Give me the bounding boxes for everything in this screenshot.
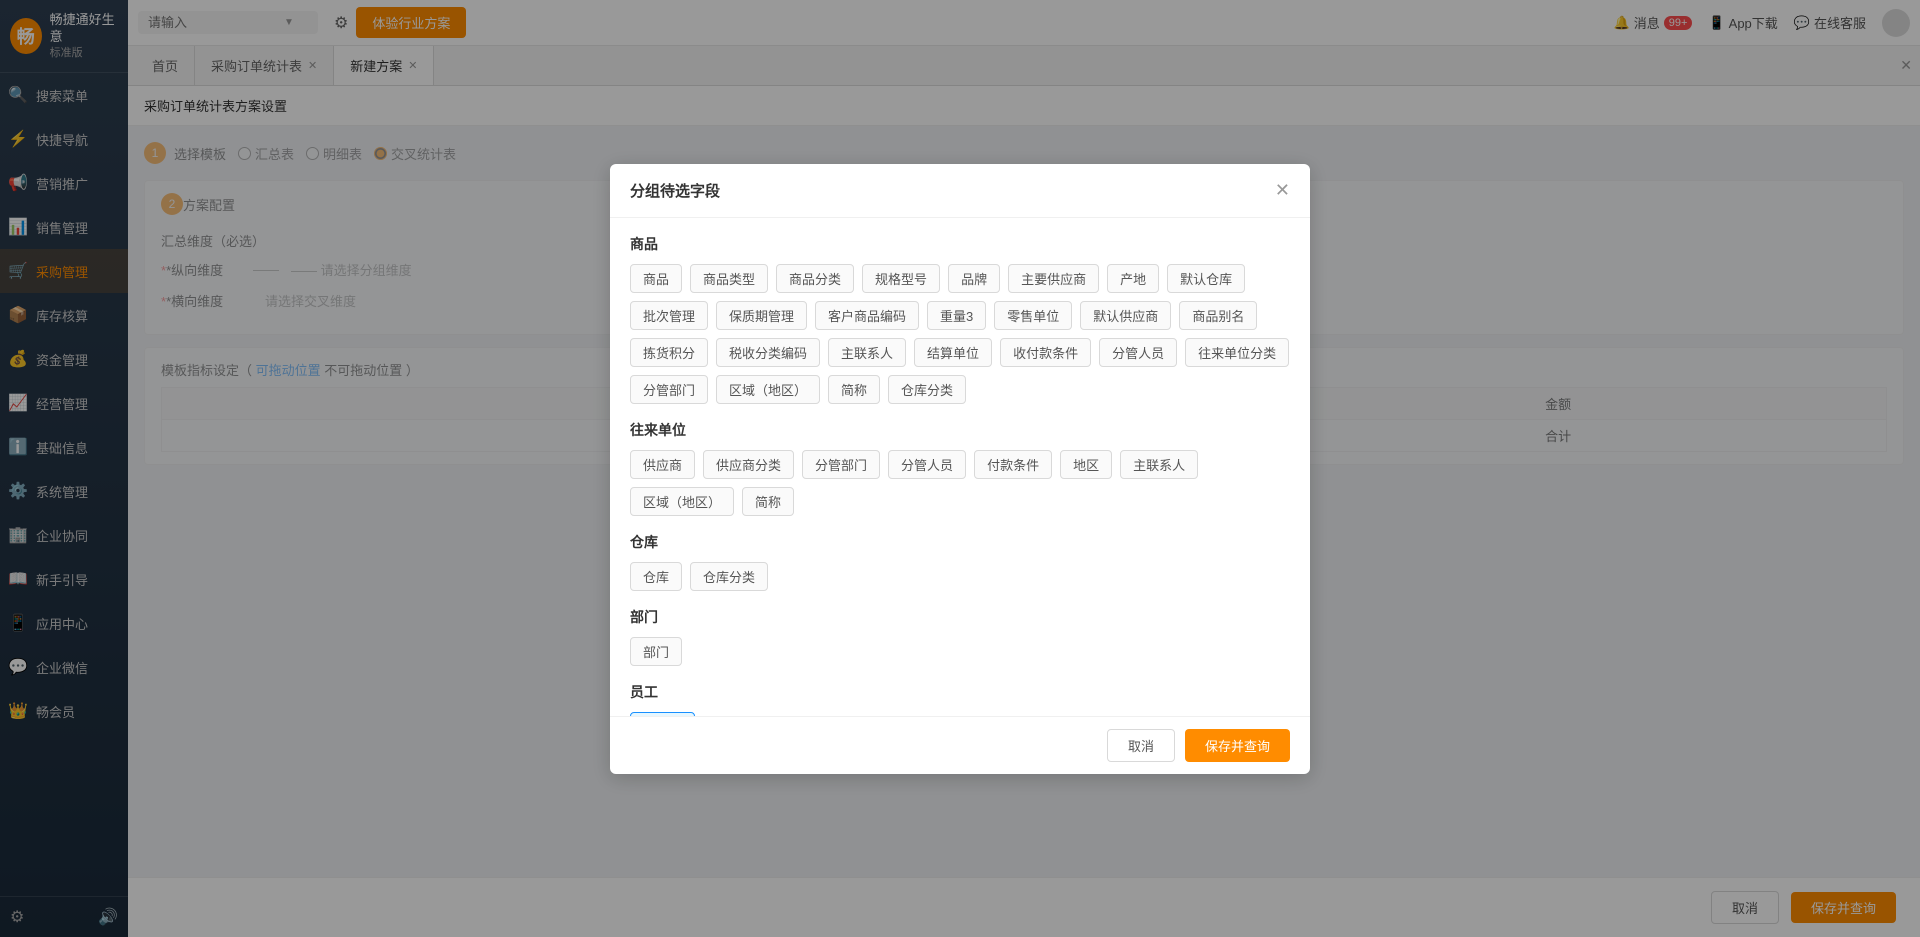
tag-item-product-17[interactable]: 主联系人 xyxy=(828,338,906,367)
dialog-body: 商品商品商品类型商品分类规格型号品牌主要供应商产地默认仓库批次管理保质期管理客户… xyxy=(610,218,1310,716)
field-select-dialog: 分组待选字段 ✕ 商品商品商品类型商品分类规格型号品牌主要供应商产地默认仓库批次… xyxy=(610,164,1310,774)
tag-item-product-16[interactable]: 税收分类编码 xyxy=(716,338,820,367)
tag-item-contact-6[interactable]: 主联系人 xyxy=(1120,450,1198,479)
dialog-cancel-btn[interactable]: 取消 xyxy=(1107,729,1175,762)
tag-item-contact-4[interactable]: 付款条件 xyxy=(974,450,1052,479)
tag-item-product-3[interactable]: 规格型号 xyxy=(862,264,940,293)
tag-item-product-22[interactable]: 分管部门 xyxy=(630,375,708,404)
tag-item-product-13[interactable]: 默认供应商 xyxy=(1080,301,1171,330)
tag-item-product-1[interactable]: 商品类型 xyxy=(690,264,768,293)
tag-item-product-4[interactable]: 品牌 xyxy=(948,264,1000,293)
tag-item-product-23[interactable]: 区域（地区） xyxy=(716,375,820,404)
dialog-section-employee: 员工业务员 xyxy=(630,682,1290,716)
dialog-section-title-product: 商品 xyxy=(630,234,1290,254)
dialog-section-title-employee: 员工 xyxy=(630,682,1290,702)
dialog-section-warehouse: 仓库仓库仓库分类 xyxy=(630,532,1290,591)
dialog-footer: 取消 保存并查询 xyxy=(610,716,1310,774)
tag-item-warehouse-1[interactable]: 仓库分类 xyxy=(690,562,768,591)
tag-item-product-11[interactable]: 重量3 xyxy=(927,301,986,330)
tag-item-product-25[interactable]: 仓库分类 xyxy=(888,375,966,404)
tag-item-product-18[interactable]: 结算单位 xyxy=(914,338,992,367)
tag-item-contact-8[interactable]: 简称 xyxy=(742,487,794,516)
dialog-section-title-contact: 往来单位 xyxy=(630,420,1290,440)
tag-item-product-12[interactable]: 零售单位 xyxy=(994,301,1072,330)
tag-item-product-6[interactable]: 产地 xyxy=(1107,264,1159,293)
tag-grid-product: 商品商品类型商品分类规格型号品牌主要供应商产地默认仓库批次管理保质期管理客户商品… xyxy=(630,264,1290,404)
dialog-section-product: 商品商品商品类型商品分类规格型号品牌主要供应商产地默认仓库批次管理保质期管理客户… xyxy=(630,234,1290,404)
dialog-section-department: 部门部门 xyxy=(630,607,1290,666)
tag-item-contact-5[interactable]: 地区 xyxy=(1060,450,1112,479)
tag-grid-warehouse: 仓库仓库分类 xyxy=(630,562,1290,591)
dialog-overlay: 分组待选字段 ✕ 商品商品商品类型商品分类规格型号品牌主要供应商产地默认仓库批次… xyxy=(0,0,1920,937)
dialog-section-title-warehouse: 仓库 xyxy=(630,532,1290,552)
tag-item-product-15[interactable]: 拣货积分 xyxy=(630,338,708,367)
tag-item-department-0[interactable]: 部门 xyxy=(630,637,682,666)
tag-item-product-24[interactable]: 简称 xyxy=(828,375,880,404)
tag-item-contact-3[interactable]: 分管人员 xyxy=(888,450,966,479)
tag-item-contact-0[interactable]: 供应商 xyxy=(630,450,695,479)
tag-item-product-5[interactable]: 主要供应商 xyxy=(1008,264,1099,293)
dialog-title: 分组待选字段 xyxy=(630,180,720,201)
tag-item-contact-7[interactable]: 区域（地区） xyxy=(630,487,734,516)
tag-item-product-2[interactable]: 商品分类 xyxy=(776,264,854,293)
dialog-section-contact: 往来单位供应商供应商分类分管部门分管人员付款条件地区主联系人区域（地区） 简称 xyxy=(630,420,1290,516)
tag-item-contact-1[interactable]: 供应商分类 xyxy=(703,450,794,479)
tag-item-product-21[interactable]: 往来单位分类 xyxy=(1185,338,1289,367)
tag-item-product-19[interactable]: 收付款条件 xyxy=(1000,338,1091,367)
tag-item-product-9[interactable]: 保质期管理 xyxy=(716,301,807,330)
tag-grid-department: 部门 xyxy=(630,637,1290,666)
dialog-header: 分组待选字段 ✕ xyxy=(610,164,1310,218)
tag-item-product-20[interactable]: 分管人员 xyxy=(1099,338,1177,367)
tag-item-product-0[interactable]: 商品 xyxy=(630,264,682,293)
dialog-close-icon[interactable]: ✕ xyxy=(1275,180,1290,201)
tag-item-contact-2[interactable]: 分管部门 xyxy=(802,450,880,479)
tag-item-product-14[interactable]: 商品别名 xyxy=(1179,301,1257,330)
tag-item-product-8[interactable]: 批次管理 xyxy=(630,301,708,330)
dialog-section-title-department: 部门 xyxy=(630,607,1290,627)
tag-item-product-7[interactable]: 默认仓库 xyxy=(1167,264,1245,293)
tag-item-warehouse-0[interactable]: 仓库 xyxy=(630,562,682,591)
tag-grid-contact: 供应商供应商分类分管部门分管人员付款条件地区主联系人区域（地区） 简称 xyxy=(630,450,1290,516)
tag-item-product-10[interactable]: 客户商品编码 xyxy=(815,301,919,330)
dialog-confirm-btn[interactable]: 保存并查询 xyxy=(1185,729,1290,762)
